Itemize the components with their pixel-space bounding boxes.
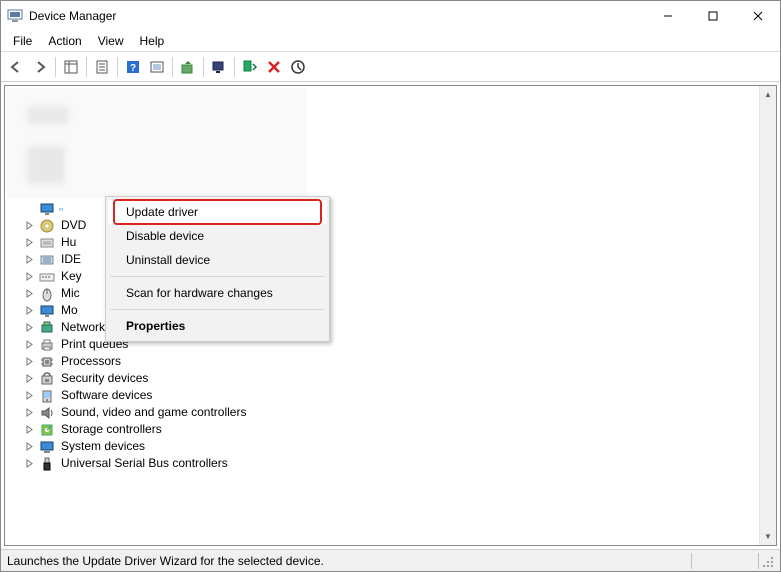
expander-icon[interactable] bbox=[23, 356, 35, 368]
software-icon bbox=[39, 388, 55, 404]
resize-grip-icon[interactable] bbox=[760, 554, 774, 568]
device-manager-window: Device Manager File Action View Help ? bbox=[0, 0, 781, 572]
menu-help[interactable]: Help bbox=[132, 32, 173, 50]
network-icon bbox=[39, 320, 55, 336]
printer-icon bbox=[39, 337, 55, 353]
close-button[interactable] bbox=[735, 1, 780, 31]
tree-item-label: IDE bbox=[59, 251, 83, 268]
sound-icon bbox=[39, 405, 55, 421]
expander-icon[interactable] bbox=[23, 220, 35, 232]
expander-icon[interactable] bbox=[23, 237, 35, 249]
hid-icon bbox=[39, 235, 55, 251]
vertical-scrollbar[interactable]: ▲ ▼ bbox=[759, 86, 776, 545]
maximize-button[interactable] bbox=[690, 1, 735, 31]
menu-bar: File Action View Help bbox=[1, 31, 780, 52]
tree-item[interactable]: Universal Serial Bus controllers bbox=[23, 455, 756, 472]
tree-item[interactable]: Storage controllers bbox=[23, 421, 756, 438]
monitor-icon bbox=[39, 303, 55, 319]
cpu-icon bbox=[39, 354, 55, 370]
monitor-icon bbox=[39, 201, 55, 217]
tree-item-label: Sound, video and game controllers bbox=[59, 404, 248, 421]
window-title: Device Manager bbox=[29, 9, 645, 23]
expander-icon[interactable] bbox=[23, 271, 35, 283]
tree-item-label: Key bbox=[59, 268, 84, 285]
expander-icon[interactable] bbox=[23, 305, 35, 317]
scroll-down-icon[interactable]: ▼ bbox=[760, 528, 776, 545]
expander-icon[interactable] bbox=[23, 424, 35, 436]
menu-file[interactable]: File bbox=[5, 32, 40, 50]
tree-item-label: Mo bbox=[59, 302, 80, 319]
tree-item-label: DVD bbox=[59, 217, 88, 234]
expander-icon[interactable] bbox=[23, 339, 35, 351]
update-driver-toolbar-button[interactable] bbox=[177, 56, 199, 78]
tree-item-label: Hu bbox=[59, 234, 78, 251]
scan-hardware-toolbar-button[interactable] bbox=[208, 56, 230, 78]
context-uninstall-device[interactable]: Uninstall device bbox=[108, 248, 327, 272]
tree-item-label: Storage controllers bbox=[59, 421, 164, 438]
usb-icon bbox=[39, 456, 55, 472]
disable-device-toolbar-button[interactable] bbox=[287, 56, 309, 78]
tree-item[interactable]: Processors bbox=[23, 353, 756, 370]
status-text: Launches the Update Driver Wizard for th… bbox=[7, 554, 690, 568]
storage-icon bbox=[39, 422, 55, 438]
security-icon bbox=[39, 371, 55, 387]
forward-button[interactable] bbox=[29, 56, 51, 78]
menu-view[interactable]: View bbox=[90, 32, 132, 50]
tree-item[interactable]: Sound, video and game controllers bbox=[23, 404, 756, 421]
expander-icon[interactable] bbox=[23, 288, 35, 300]
ide-icon bbox=[39, 252, 55, 268]
system-icon bbox=[39, 439, 55, 455]
context-menu: Update driver Disable device Uninstall d… bbox=[105, 196, 330, 342]
tree-item[interactable]: System devices bbox=[23, 438, 756, 455]
tree-item[interactable]: Security devices bbox=[23, 370, 756, 387]
tree-item-label: System devices bbox=[59, 438, 147, 455]
tree-item-label: Software devices bbox=[59, 387, 154, 404]
disc-icon bbox=[39, 218, 55, 234]
expander-icon[interactable] bbox=[23, 390, 35, 402]
expander-icon[interactable] bbox=[23, 203, 35, 215]
context-update-driver[interactable]: Update driver bbox=[108, 200, 327, 224]
context-scan-hardware[interactable]: Scan for hardware changes bbox=[108, 281, 327, 305]
tree-item-label: Universal Serial Bus controllers bbox=[59, 455, 230, 472]
toolbar: ? bbox=[1, 52, 780, 82]
expander-icon[interactable] bbox=[23, 458, 35, 470]
action-button[interactable] bbox=[146, 56, 168, 78]
blurred-region bbox=[7, 88, 307, 198]
scroll-up-icon[interactable]: ▲ bbox=[760, 86, 776, 103]
expander-icon[interactable] bbox=[23, 254, 35, 266]
context-separator-2 bbox=[110, 309, 325, 310]
status-bar: Launches the Update Driver Wizard for th… bbox=[1, 549, 780, 571]
properties-button[interactable] bbox=[91, 56, 113, 78]
expander-icon[interactable] bbox=[23, 441, 35, 453]
context-disable-device[interactable]: Disable device bbox=[108, 224, 327, 248]
keyboard-icon bbox=[39, 269, 55, 285]
show-hide-tree-button[interactable] bbox=[60, 56, 82, 78]
context-separator-1 bbox=[110, 276, 325, 277]
help-button[interactable]: ? bbox=[122, 56, 144, 78]
context-properties[interactable]: Properties bbox=[108, 314, 327, 338]
enable-device-toolbar-button[interactable] bbox=[239, 56, 261, 78]
title-bar: Device Manager bbox=[1, 1, 780, 31]
tree-item-label: Security devices bbox=[59, 370, 150, 387]
app-icon bbox=[7, 8, 23, 24]
tree-item[interactable]: Software devices bbox=[23, 387, 756, 404]
content-area: DVDHuIDEKeyMicMoNetwork adaptersPrint qu… bbox=[4, 85, 777, 546]
expander-icon[interactable] bbox=[23, 407, 35, 419]
back-button[interactable] bbox=[5, 56, 27, 78]
tree-item-label bbox=[59, 208, 63, 210]
menu-action[interactable]: Action bbox=[40, 32, 89, 50]
tree-item-label: Mic bbox=[59, 285, 82, 302]
tree-item-label: Processors bbox=[59, 353, 123, 370]
svg-text:?: ? bbox=[130, 63, 136, 74]
uninstall-device-toolbar-button[interactable] bbox=[263, 56, 285, 78]
expander-icon[interactable] bbox=[23, 373, 35, 385]
mouse-icon bbox=[39, 286, 55, 302]
minimize-button[interactable] bbox=[645, 1, 690, 31]
expander-icon[interactable] bbox=[23, 322, 35, 334]
